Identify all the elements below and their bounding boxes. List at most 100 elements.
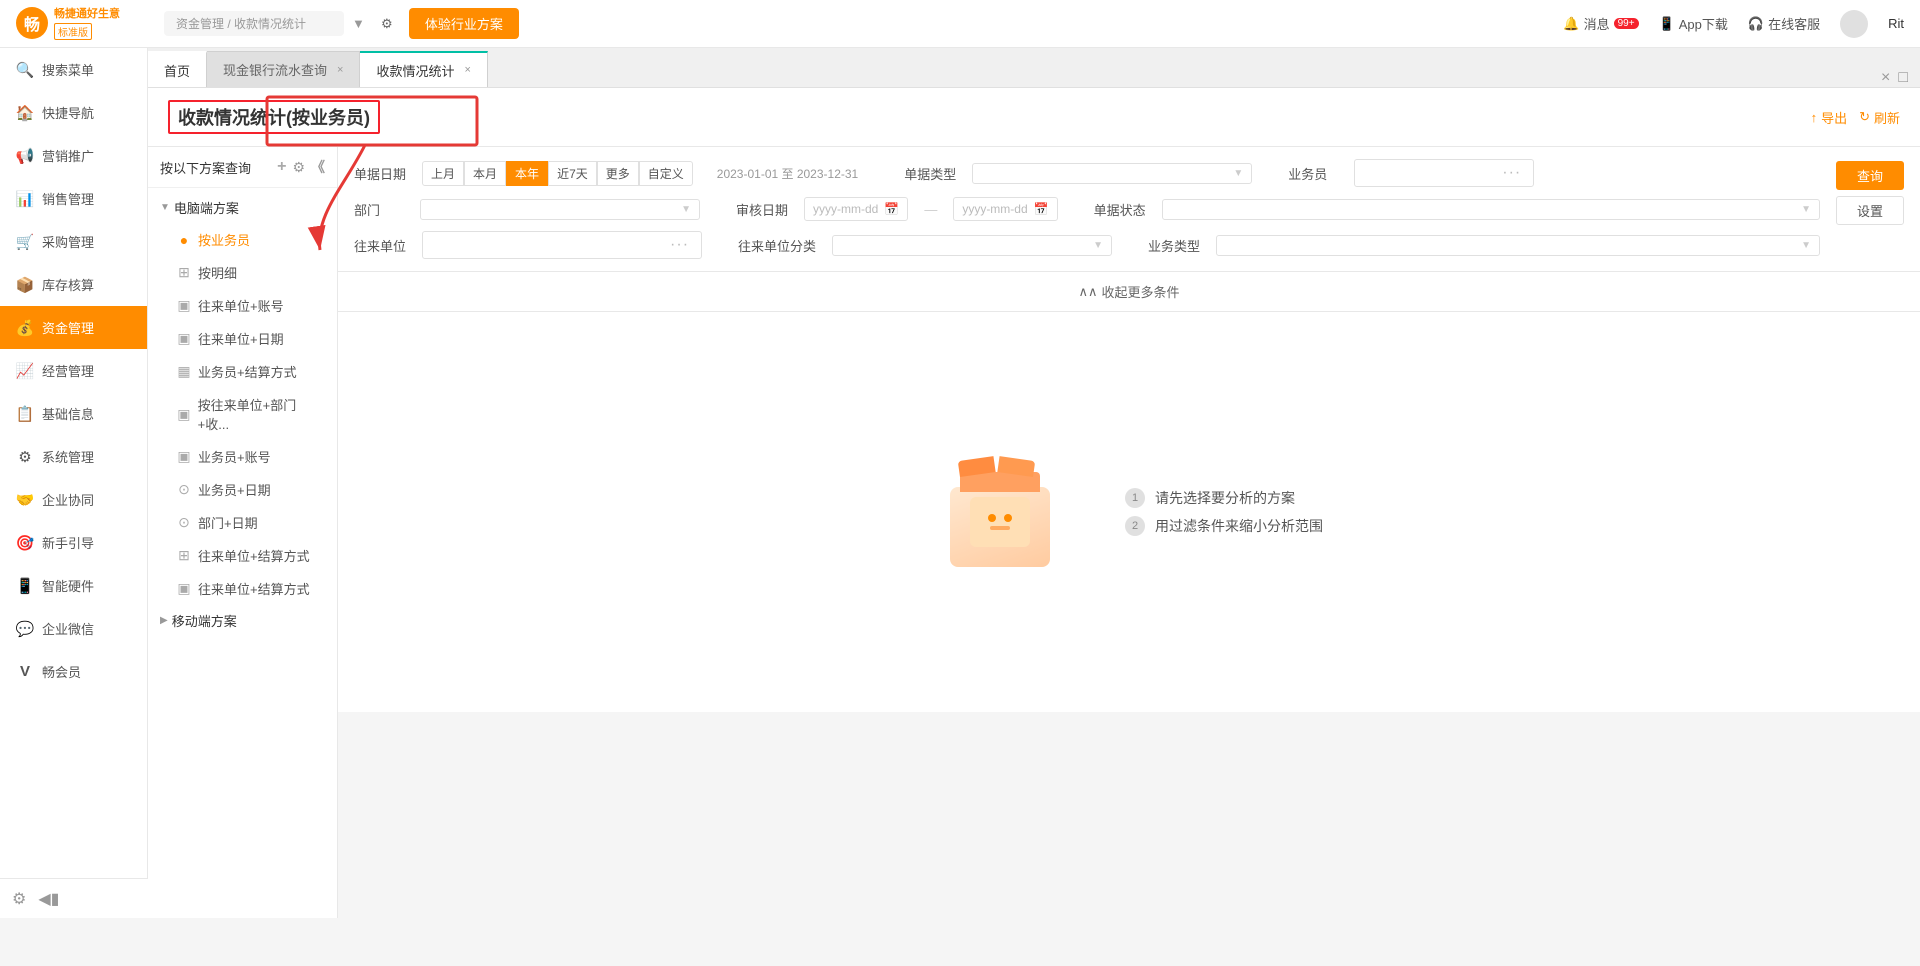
biz-type-label: 业务类型 bbox=[1148, 236, 1200, 255]
date-btn-this-month[interactable]: 本月 bbox=[464, 161, 506, 186]
sidebar: 🔍 搜索菜单 🏠 快捷导航 📢 营销推广 📊 销售管理 🛒 采购管理 📦 库存核… bbox=[0, 48, 148, 918]
unit-settle1-icon: ⊞ bbox=[176, 547, 192, 564]
empty-state-container: 1 请先选择要分析的方案 2 用过滤条件来缩小分析范围 bbox=[338, 312, 1920, 712]
refresh-button[interactable]: ↻ 刷新 bbox=[1859, 108, 1900, 127]
gear-scheme-icon[interactable]: ⚙ bbox=[292, 159, 305, 176]
sidebar-item-wechat[interactable]: 💬 企业微信 bbox=[0, 607, 147, 650]
date-dash: — bbox=[924, 202, 937, 217]
sidebar-item-system[interactable]: ⚙ 系统管理 bbox=[0, 435, 147, 478]
unit-settle2-icon: ▣ bbox=[176, 580, 192, 597]
right-content: 单据日期 上月 本月 本年 近7天 更多 自定义 2023-01-01 至 20… bbox=[338, 147, 1920, 918]
doc-status-select[interactable]: ▼ bbox=[1162, 199, 1820, 220]
trial-button[interactable]: 体验行业方案 bbox=[409, 8, 519, 39]
sidebar-item-inventory[interactable]: 📦 库存核算 bbox=[0, 263, 147, 306]
messages-button[interactable]: 🔔 消息 99+ bbox=[1563, 14, 1638, 33]
tab-receipt-stat[interactable]: 收款情况统计 × bbox=[360, 51, 487, 87]
query-button[interactable]: 查询 bbox=[1836, 161, 1904, 190]
window-max-icon[interactable]: □ bbox=[1898, 69, 1908, 87]
tree-item-unit-date[interactable]: ▣ 往来单位+日期 bbox=[148, 322, 337, 355]
app-download-button[interactable]: 📱 App下载 bbox=[1659, 14, 1728, 33]
date-btn-this-year[interactable]: 本年 bbox=[506, 161, 548, 186]
salesman-more-icon[interactable]: ··· bbox=[1502, 164, 1521, 182]
salesman-label: 业务员 bbox=[1288, 164, 1338, 183]
sidebar-item-operations[interactable]: 📈 经营管理 bbox=[0, 349, 147, 392]
doc-type-label: 单据类型 bbox=[904, 164, 956, 183]
settings-icon[interactable]: ⚙ bbox=[373, 10, 401, 38]
sidebar-item-guide[interactable]: 🎯 新手引导 bbox=[0, 521, 147, 564]
left-panel-icons: + ⚙ 《 bbox=[277, 157, 325, 177]
audit-date-end[interactable]: yyyy-mm-dd 📅 bbox=[953, 197, 1057, 221]
date-btn-last7[interactable]: 近7天 bbox=[548, 161, 597, 186]
content-body: 按以下方案查询 + ⚙ 《 ▼ 电脑端方案 ● 按业务员 bbox=[148, 147, 1920, 918]
inventory-icon: 📦 bbox=[16, 276, 34, 294]
message-badge: 99+ bbox=[1614, 18, 1639, 29]
tree-group-desktop[interactable]: ▼ 电脑端方案 bbox=[148, 192, 337, 223]
export-button[interactable]: ↑ 导出 bbox=[1811, 108, 1848, 127]
member-icon: V bbox=[16, 663, 34, 681]
sidebar-item-basic-info[interactable]: 📋 基础信息 bbox=[0, 392, 147, 435]
tab-bank-flow[interactable]: 现金银行流水查询 × bbox=[207, 51, 360, 87]
date-btn-custom[interactable]: 自定义 bbox=[639, 161, 693, 186]
add-scheme-icon[interactable]: + bbox=[277, 158, 286, 176]
tab-window-controls: × □ bbox=[1881, 69, 1920, 87]
unit-more-icon[interactable]: ··· bbox=[670, 236, 689, 254]
sidebar-item-purchase[interactable]: 🛒 采购管理 bbox=[0, 220, 147, 263]
biz-type-select[interactable]: ▼ bbox=[1216, 235, 1820, 256]
tab-home[interactable]: 首页 bbox=[148, 51, 207, 87]
salesman-select[interactable]: ··· bbox=[1354, 159, 1534, 187]
collapse-sidebar-icon[interactable]: ◀▮ bbox=[38, 889, 59, 909]
settings-bottom-icon[interactable]: ⚙ bbox=[12, 889, 26, 909]
filter-action-buttons: 查询 设置 bbox=[1820, 159, 1904, 259]
step-num-1: 1 bbox=[1125, 488, 1145, 508]
tree-item-unit-account[interactable]: ▣ 往来单位+账号 bbox=[148, 289, 337, 322]
doc-type-select[interactable]: ▼ bbox=[972, 163, 1252, 184]
dept-select[interactable]: ▼ bbox=[420, 199, 700, 220]
tree-item-unit-settle2[interactable]: ▣ 往来单位+结算方式 bbox=[148, 572, 337, 605]
filter-row-2: 部门 ▼ 审核日期 yyyy-mm-dd 📅 — bbox=[354, 197, 1820, 221]
sidebar-item-sales[interactable]: 📊 销售管理 bbox=[0, 177, 147, 220]
tree-item-unit-dept-collect[interactable]: ▣ 按往来单位+部门+收... bbox=[148, 388, 337, 440]
setting-button[interactable]: 设置 bbox=[1836, 196, 1904, 225]
window-close-icon[interactable]: × bbox=[1881, 69, 1890, 87]
tab-close-bank-flow[interactable]: × bbox=[337, 64, 343, 76]
tree-item-salesman-account[interactable]: ▣ 业务员+账号 bbox=[148, 440, 337, 473]
tree-item-by-salesman[interactable]: ● 按业务员 bbox=[148, 223, 337, 256]
search-icon: 🔍 bbox=[16, 61, 34, 79]
date-btn-more[interactable]: 更多 bbox=[597, 161, 639, 186]
collapse-button[interactable]: ∧∧ 收起更多条件 bbox=[1078, 282, 1179, 301]
date-btn-last-month[interactable]: 上月 bbox=[422, 161, 464, 186]
user-avatar[interactable] bbox=[1840, 10, 1868, 38]
unit-dept-icon: ▣ bbox=[176, 406, 192, 423]
tree-item-unit-settle1[interactable]: ⊞ 往来单位+结算方式 bbox=[148, 539, 337, 572]
tree-item-salesman-settle[interactable]: ▦ 业务员+结算方式 bbox=[148, 355, 337, 388]
tab-close-receipt-stat[interactable]: × bbox=[464, 64, 470, 76]
sidebar-item-search-menu[interactable]: 🔍 搜索菜单 bbox=[0, 48, 147, 91]
tree-group-mobile[interactable]: ▶ 移动端方案 bbox=[148, 605, 337, 636]
collapse-panel-icon[interactable]: 《 bbox=[311, 157, 325, 177]
unit-cat-select[interactable]: ▼ bbox=[832, 235, 1112, 256]
audit-date-start[interactable]: yyyy-mm-dd 📅 bbox=[804, 197, 908, 221]
sidebar-item-finance[interactable]: 💰 资金管理 bbox=[0, 306, 147, 349]
online-service-button[interactable]: 🎧 在线客服 bbox=[1748, 14, 1820, 33]
left-panel: 按以下方案查询 + ⚙ 《 ▼ 电脑端方案 ● 按业务员 bbox=[148, 147, 338, 918]
empty-state: 1 请先选择要分析的方案 2 用过滤条件来缩小分析范围 bbox=[935, 447, 1323, 577]
basic-info-icon: 📋 bbox=[16, 405, 34, 423]
sidebar-item-quick-nav[interactable]: 🏠 快捷导航 bbox=[0, 91, 147, 134]
sidebar-item-member[interactable]: V 畅会员 bbox=[0, 650, 147, 693]
tree-item-salesman-date[interactable]: ⊙ 业务员+日期 bbox=[148, 473, 337, 506]
sidebar-item-smart-hw[interactable]: 📱 智能硬件 bbox=[0, 564, 147, 607]
unit-select[interactable]: ··· bbox=[422, 231, 702, 259]
nav-dropdown-icon[interactable]: ▼ bbox=[352, 16, 365, 31]
doc-status-label: 单据状态 bbox=[1094, 200, 1146, 219]
sidebar-item-corp-coop[interactable]: 🤝 企业协同 bbox=[0, 478, 147, 521]
tree-item-dept-date[interactable]: ⊙ 部门+日期 bbox=[148, 506, 337, 539]
logo-area: 畅 畅捷通好生意 标准版 bbox=[16, 7, 164, 40]
filter-row-1: 单据日期 上月 本月 本年 近7天 更多 自定义 2023-01-01 至 20… bbox=[354, 159, 1820, 187]
tree-item-by-detail[interactable]: ⊞ 按明细 bbox=[148, 256, 337, 289]
salesman-account-icon: ▣ bbox=[176, 448, 192, 465]
sidebar-item-marketing[interactable]: 📢 营销推广 bbox=[0, 134, 147, 177]
collapse-row: ∧∧ 收起更多条件 bbox=[338, 272, 1920, 312]
tree-arrow-desktop: ▼ bbox=[160, 202, 170, 213]
date-range-text: 2023-01-01 至 2023-12-31 bbox=[717, 165, 858, 182]
sales-icon: 📊 bbox=[16, 190, 34, 208]
